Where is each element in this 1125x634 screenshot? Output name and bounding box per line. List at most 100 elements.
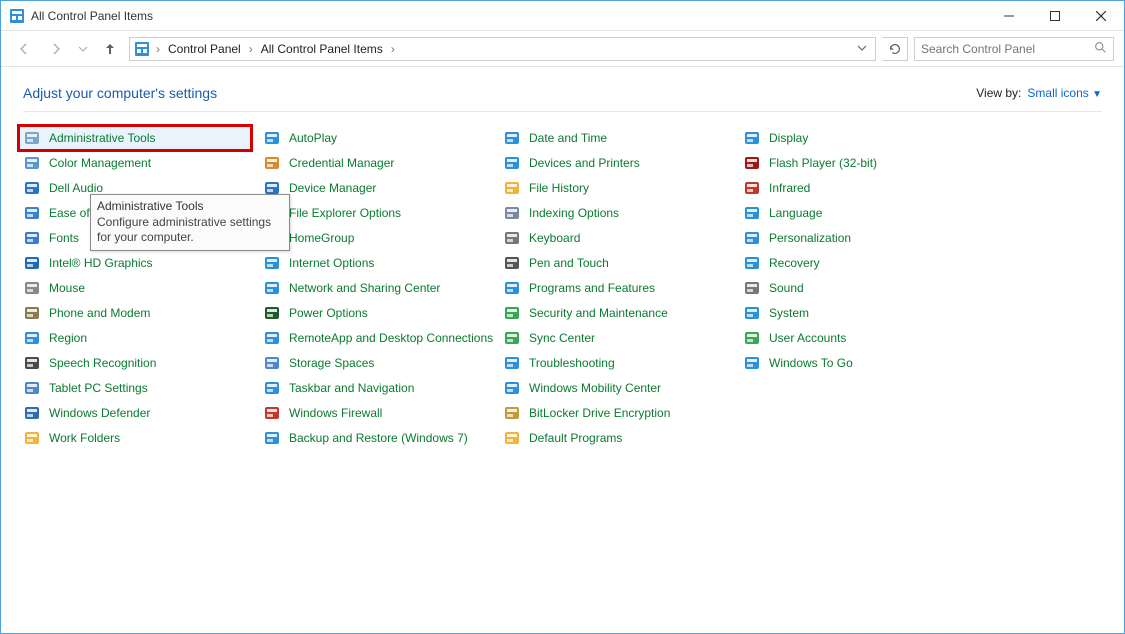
item-label: Work Folders <box>49 431 120 445</box>
control-panel-item[interactable]: File Explorer Options <box>259 201 487 225</box>
item-icon <box>743 229 761 247</box>
item-label: Color Management <box>49 156 151 170</box>
item-icon <box>503 129 521 147</box>
control-panel-item[interactable]: Date and Time <box>499 126 727 150</box>
view-by-dropdown[interactable]: Small icons ▼ <box>1027 86 1102 100</box>
control-panel-item[interactable]: Windows Mobility Center <box>499 376 727 400</box>
control-panel-item[interactable]: Network and Sharing Center <box>259 276 487 300</box>
item-icon <box>503 254 521 272</box>
item-icon <box>23 179 41 197</box>
minimize-button[interactable] <box>986 1 1032 31</box>
control-panel-item[interactable]: Indexing Options <box>499 201 727 225</box>
item-label: Network and Sharing Center <box>289 281 440 295</box>
item-label: Speech Recognition <box>49 356 156 370</box>
item-label: Taskbar and Navigation <box>289 381 414 395</box>
control-panel-item[interactable]: Taskbar and Navigation <box>259 376 487 400</box>
control-panel-item[interactable]: Infrared <box>739 176 967 200</box>
control-panel-item[interactable]: Personalization <box>739 226 967 250</box>
control-panel-item[interactable]: Intel® HD Graphics <box>19 251 247 275</box>
address-bar[interactable]: › Control Panel › All Control Panel Item… <box>129 37 876 61</box>
control-panel-item[interactable]: Sync Center <box>499 326 727 350</box>
item-icon <box>23 279 41 297</box>
item-label: Backup and Restore (Windows 7) <box>289 431 468 445</box>
control-panel-item[interactable]: Windows To Go <box>739 351 967 375</box>
control-panel-item[interactable]: AutoPlay <box>259 126 487 150</box>
breadcrumb-current[interactable]: All Control Panel Items <box>259 42 385 56</box>
item-label: Phone and Modem <box>49 306 150 320</box>
item-icon <box>503 354 521 372</box>
item-label: Windows To Go <box>769 356 853 370</box>
search-box[interactable] <box>914 37 1114 61</box>
control-panel-item[interactable]: Display <box>739 126 967 150</box>
control-panel-item[interactable]: User Accounts <box>739 326 967 350</box>
up-button[interactable] <box>97 36 123 62</box>
control-panel-item[interactable]: Speech Recognition <box>19 351 247 375</box>
tooltip-desc: Configure administrative settings for yo… <box>97 215 283 246</box>
chevron-down-icon: ▼ <box>1092 89 1102 100</box>
control-panel-item[interactable]: System <box>739 301 967 325</box>
control-panel-item[interactable]: Devices and Printers <box>499 151 727 175</box>
control-panel-item[interactable]: Recovery <box>739 251 967 275</box>
control-panel-item[interactable]: Windows Defender <box>19 401 247 425</box>
control-panel-item[interactable]: Work Folders <box>19 426 247 450</box>
item-icon <box>263 154 281 172</box>
control-panel-item[interactable]: Color Management <box>19 151 247 175</box>
control-panel-item[interactable]: HomeGroup <box>259 226 487 250</box>
item-label: System <box>769 306 809 320</box>
forward-button[interactable] <box>43 36 69 62</box>
control-panel-item[interactable]: Backup and Restore (Windows 7) <box>259 426 487 450</box>
item-icon <box>503 279 521 297</box>
item-icon <box>503 229 521 247</box>
item-label: Device Manager <box>289 181 376 195</box>
item-icon <box>743 279 761 297</box>
item-icon <box>263 254 281 272</box>
item-icon <box>743 304 761 322</box>
titlebar: All Control Panel Items <box>1 1 1124 31</box>
control-panel-item[interactable]: Power Options <box>259 301 487 325</box>
control-panel-item[interactable]: Flash Player (32-bit) <box>739 151 967 175</box>
control-panel-item[interactable]: Keyboard <box>499 226 727 250</box>
control-panel-item[interactable]: Credential Manager <box>259 151 487 175</box>
control-panel-item[interactable]: RemoteApp and Desktop Connections <box>259 326 487 350</box>
control-panel-item[interactable]: Pen and Touch <box>499 251 727 275</box>
item-label: File History <box>529 181 589 195</box>
control-panel-item[interactable]: Security and Maintenance <box>499 301 727 325</box>
item-icon <box>23 129 41 147</box>
item-icon <box>23 254 41 272</box>
control-panel-item[interactable]: Administrative Tools <box>19 126 251 150</box>
refresh-button[interactable] <box>882 37 908 61</box>
back-button[interactable] <box>11 36 37 62</box>
control-panel-item[interactable]: Troubleshooting <box>499 351 727 375</box>
item-icon <box>23 204 41 222</box>
control-panel-item[interactable]: Device Manager <box>259 176 487 200</box>
window-title: All Control Panel Items <box>31 9 986 23</box>
control-panel-item[interactable]: Internet Options <box>259 251 487 275</box>
control-panel-item[interactable]: Default Programs <box>499 426 727 450</box>
breadcrumb-root[interactable]: Control Panel <box>166 42 243 56</box>
control-panel-item[interactable]: Region <box>19 326 247 350</box>
control-panel-item[interactable]: Language <box>739 201 967 225</box>
search-input[interactable] <box>921 42 1088 56</box>
control-panel-item[interactable]: Mouse <box>19 276 247 300</box>
control-panel-icon <box>9 8 25 24</box>
item-label: Sync Center <box>529 331 595 345</box>
control-panel-item[interactable]: Programs and Features <box>499 276 727 300</box>
recent-locations-button[interactable] <box>75 36 91 62</box>
item-icon <box>23 379 41 397</box>
control-panel-item[interactable]: BitLocker Drive Encryption <box>499 401 727 425</box>
item-icon <box>743 154 761 172</box>
breadcrumb-sep-icon: › <box>389 42 397 56</box>
page-heading: Adjust your computer's settings <box>23 85 217 101</box>
control-panel-item[interactable]: Storage Spaces <box>259 351 487 375</box>
control-panel-item[interactable]: File History <box>499 176 727 200</box>
maximize-button[interactable] <box>1032 1 1078 31</box>
item-label: Windows Defender <box>49 406 150 420</box>
address-history-button[interactable] <box>853 42 871 56</box>
control-panel-item[interactable]: Sound <box>739 276 967 300</box>
item-label: Fonts <box>49 231 79 245</box>
control-panel-item[interactable]: Windows Firewall <box>259 401 487 425</box>
item-icon <box>23 304 41 322</box>
control-panel-item[interactable]: Phone and Modem <box>19 301 247 325</box>
control-panel-item[interactable]: Tablet PC Settings <box>19 376 247 400</box>
close-button[interactable] <box>1078 1 1124 31</box>
